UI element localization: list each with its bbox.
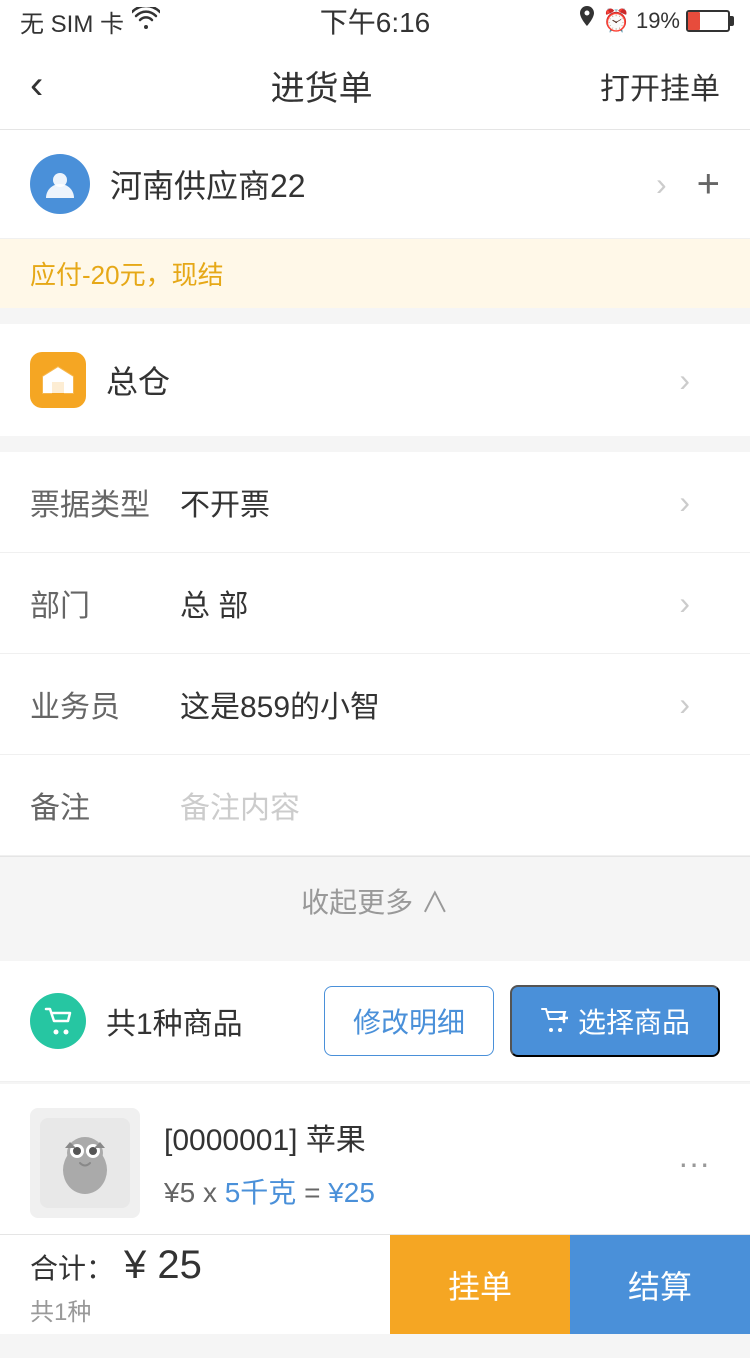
location-icon	[577, 6, 597, 36]
dept-value: 总 部	[170, 581, 679, 625]
supplier-avatar	[30, 154, 90, 214]
product-name: [0000001] 苹果	[164, 1115, 668, 1159]
product-price: ¥5 x 5千克 = ¥25	[164, 1171, 668, 1211]
select-product-label: 选择商品	[578, 1001, 690, 1041]
dept-chevron-icon: ›	[679, 585, 690, 622]
products-header: 共1种商品 修改明细 选择商品	[0, 961, 750, 1082]
supplier-card: 河南供应商22 › + 应付-20元，现结	[0, 130, 750, 308]
edit-detail-button[interactable]: 修改明细	[324, 986, 494, 1056]
battery-icon	[686, 10, 730, 32]
product-title: 苹果	[306, 1124, 366, 1157]
remark-input[interactable]: 备注内容	[170, 783, 720, 827]
product-code: [0000001]	[164, 1124, 297, 1157]
add-button[interactable]: +	[697, 162, 720, 207]
price-equals: =	[304, 1177, 328, 1208]
supplier-chevron-icon: ›	[656, 166, 667, 203]
nav-bar: ‹ 进货单 打开挂单	[0, 42, 750, 130]
remark-row[interactable]: 备注 备注内容	[0, 755, 750, 856]
sales-value: 这是859的小智	[170, 682, 679, 726]
collapse-more-button[interactable]: 收起更多 ∧	[0, 856, 750, 945]
footer: 合计： ¥ 25 共1种 挂单 结算	[0, 1234, 750, 1334]
dept-label: 部门	[30, 581, 170, 625]
product-total: ¥25	[328, 1177, 375, 1208]
footer-total-main: 合计： ¥ 25	[30, 1243, 360, 1288]
product-item: [0000001] 苹果 ¥5 x 5千克 = ¥25 ···	[0, 1084, 750, 1242]
total-amount: ¥ 25	[124, 1243, 202, 1288]
status-bar: 无 SIM 卡 下午6:16 ⏰ 19%	[0, 0, 750, 42]
total-sub: 共1种	[30, 1292, 360, 1327]
form-card: 票据类型 不开票 › 部门 总 部 › 业务员 这是859的小智 › 备注 备注…	[0, 452, 750, 945]
product-info: [0000001] 苹果 ¥5 x 5千克 = ¥25	[164, 1115, 668, 1211]
product-quantity: 5千克	[225, 1177, 297, 1208]
price-unit: ¥5	[164, 1177, 195, 1208]
checkout-button[interactable]: 结算	[570, 1235, 750, 1334]
price-multiply: x	[203, 1177, 225, 1208]
alarm-icon: ⏰	[603, 8, 630, 34]
total-label: 合计：	[30, 1247, 114, 1287]
supplier-name: 河南供应商22	[110, 161, 656, 207]
sales-row[interactable]: 业务员 这是859的小智 ›	[0, 654, 750, 755]
product-thumbnail	[30, 1108, 140, 1218]
back-button[interactable]: ‹	[30, 63, 43, 108]
status-time: 下午6:16	[320, 1, 431, 41]
product-more-button[interactable]: ···	[668, 1135, 720, 1192]
footer-total: 合计： ¥ 25 共1种	[0, 1235, 390, 1334]
suspend-button[interactable]: 挂单	[390, 1235, 570, 1334]
remark-label: 备注	[30, 783, 170, 827]
main-content: 河南供应商22 › + 应付-20元，现结 总仓 › 票据类型 不开票 › 部门…	[0, 130, 750, 1358]
open-pending-button[interactable]: 打开挂单	[600, 64, 720, 108]
warehouse-row[interactable]: 总仓 ›	[0, 324, 750, 436]
supplier-row[interactable]: 河南供应商22 › +	[0, 130, 750, 239]
invoice-chevron-icon: ›	[679, 484, 690, 521]
invoice-value: 不开票	[170, 480, 679, 524]
wifi-icon	[132, 7, 160, 36]
dept-row[interactable]: 部门 总 部 ›	[0, 553, 750, 654]
sales-label: 业务员	[30, 682, 170, 726]
products-count: 共1种商品	[106, 999, 324, 1043]
status-right: ⏰ 19%	[577, 6, 730, 36]
invoice-label: 票据类型	[30, 480, 170, 524]
warehouse-name: 总仓	[106, 357, 679, 403]
carrier-text: 无 SIM 卡	[20, 4, 124, 39]
select-product-button[interactable]: 选择商品	[510, 985, 720, 1057]
products-icon	[30, 993, 86, 1049]
status-left: 无 SIM 卡	[20, 4, 160, 39]
notice-bar: 应付-20元，现结	[0, 239, 750, 308]
sales-chevron-icon: ›	[679, 686, 690, 723]
warehouse-chevron-icon: ›	[679, 362, 690, 399]
invoice-row[interactable]: 票据类型 不开票 ›	[0, 452, 750, 553]
warehouse-icon	[30, 352, 86, 408]
page-title: 进货单	[271, 61, 373, 110]
battery-percent: 19%	[636, 8, 680, 34]
